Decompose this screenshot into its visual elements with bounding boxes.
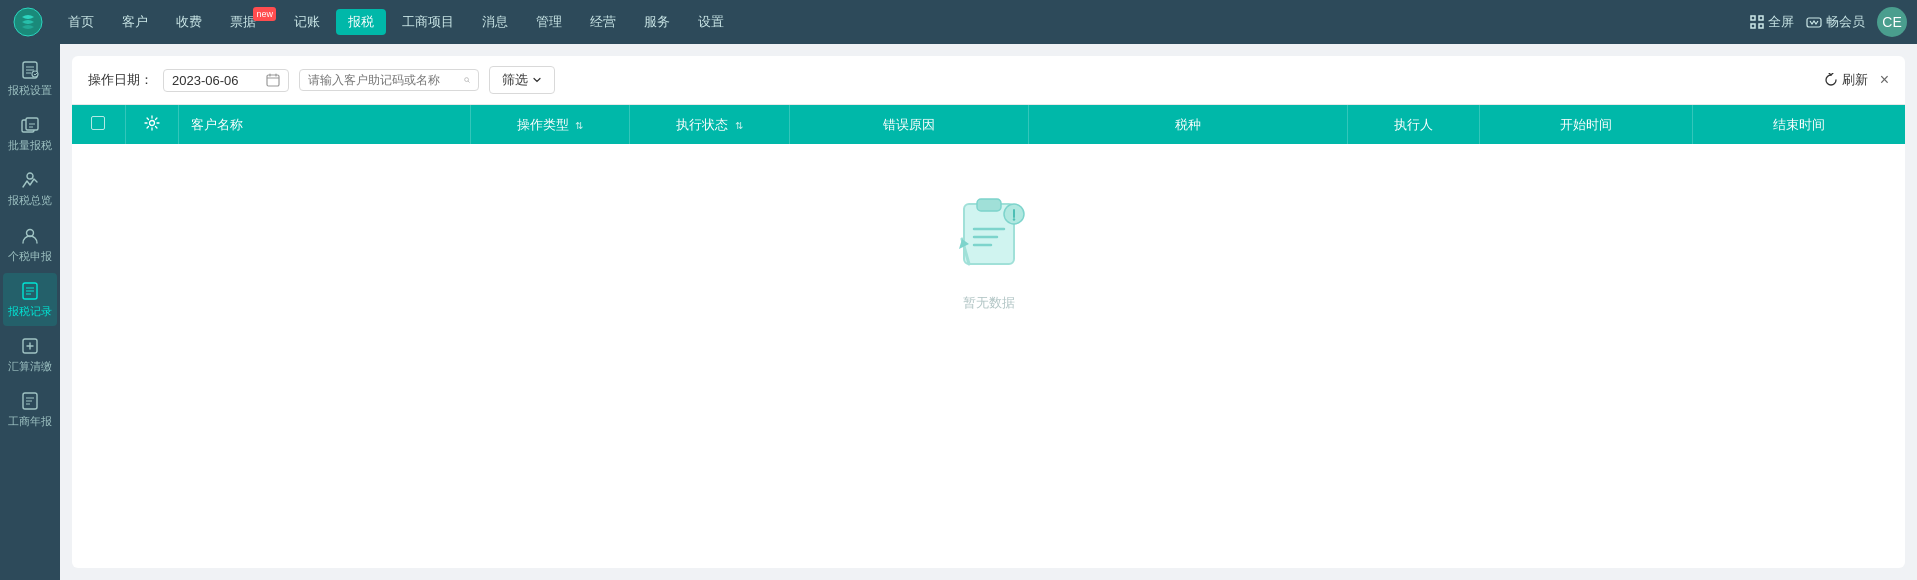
svg-rect-1 [1751,16,1755,20]
nav-invoice[interactable]: 票据 new [218,9,278,35]
sidebar-item-batch-tax[interactable]: 批量报税 [3,107,57,160]
sidebar-label-personal-tax: 个税申报 [8,250,52,263]
nav-tax[interactable]: 报税 [336,9,386,35]
table-header-row: 客户名称 操作类型 ⇅ 执行状态 ⇅ 错误原因 税种 执行人 [72,105,1905,144]
fullscreen-btn[interactable]: 全屏 [1750,13,1794,31]
search-icon [464,73,470,87]
sidebar-item-personal-tax[interactable]: 个税申报 [3,218,57,271]
avatar[interactable]: CE [1877,7,1907,37]
sidebar: 报税设置 批量报税 报税总览 个税申报 [0,44,60,580]
sidebar-item-settlement[interactable]: 汇算清缴 [3,328,57,381]
svg-rect-2 [1759,16,1763,20]
th-gear[interactable] [125,105,178,144]
fullscreen-label: 全屏 [1768,13,1794,31]
svg-rect-3 [1751,24,1755,28]
nav-manage[interactable]: 管理 [524,9,574,35]
svg-point-25 [1012,218,1014,220]
sidebar-label-annual-report: 工商年报 [8,415,52,428]
new-badge: new [253,7,276,21]
sidebar-label-tax-settings: 报税设置 [8,84,52,97]
nav-customer[interactable]: 客户 [110,9,160,35]
vip-label: 畅会员 [1826,13,1865,31]
app-logo[interactable] [10,4,46,40]
th-end-time: 结束时间 [1692,105,1905,144]
nav-operation[interactable]: 经营 [578,9,628,35]
nav-accounts[interactable]: 记账 [282,9,332,35]
search-input[interactable] [308,73,458,87]
th-client-name: 客户名称 [178,105,470,144]
top-nav-right: 全屏 畅会员 CE [1750,7,1907,37]
sidebar-label-tax-overview: 报税总览 [8,194,52,207]
sidebar-label-batch-tax: 批量报税 [8,139,52,152]
date-picker[interactable] [163,69,289,92]
sidebar-item-tax-settings[interactable]: 报税设置 [3,52,57,105]
svg-point-16 [465,78,469,82]
toolbar-right: 刷新 × [1824,71,1889,89]
empty-illustration [939,184,1039,284]
svg-rect-15 [267,75,279,86]
chevron-down-icon [532,75,542,85]
th-executor: 执行人 [1347,105,1480,144]
toolbar: 操作日期： 筛选 [72,56,1905,105]
svg-point-10 [27,173,33,179]
th-tax-type: 税种 [1028,105,1347,144]
svg-point-17 [149,121,154,126]
th-start-time: 开始时间 [1480,105,1693,144]
svg-rect-19 [977,199,1001,211]
filter-label: 筛选 [502,71,528,89]
refresh-button[interactable]: 刷新 [1824,71,1868,89]
th-exec-status[interactable]: 执行状态 ⇅ [630,105,789,144]
search-box[interactable] [299,69,479,91]
calendar-icon [266,73,280,87]
nav-message[interactable]: 消息 [470,9,520,35]
filter-button[interactable]: 筛选 [489,66,555,94]
empty-state: 暂无数据 [72,144,1905,352]
sort-icon-status: ⇅ [735,120,743,131]
nav-home[interactable]: 首页 [56,9,106,35]
nav-fee[interactable]: 收费 [164,9,214,35]
table-wrapper: 客户名称 操作类型 ⇅ 执行状态 ⇅ 错误原因 税种 执行人 [72,105,1905,568]
th-checkbox[interactable] [72,105,125,144]
gear-icon [144,115,160,131]
refresh-icon [1824,73,1838,87]
th-op-type[interactable]: 操作类型 ⇅ [470,105,629,144]
content-panel: 操作日期： 筛选 [72,56,1905,568]
top-nav-items: 首页 客户 收费 票据 new 记账 报税 工商项目 消息 管理 经营 服务 设… [56,9,1750,35]
sidebar-item-annual-report[interactable]: 工商年报 [3,383,57,436]
sidebar-label-settlement: 汇算清缴 [8,360,52,373]
top-nav: 首页 客户 收费 票据 new 记账 报税 工商项目 消息 管理 经营 服务 设… [0,0,1917,44]
svg-rect-5 [1807,18,1821,27]
svg-point-7 [32,71,38,77]
nav-service[interactable]: 服务 [632,9,682,35]
svg-rect-4 [1759,24,1763,28]
refresh-label: 刷新 [1842,71,1868,89]
content-area: 操作日期： 筛选 [60,44,1917,580]
sort-icon-optype: ⇅ [575,120,583,131]
date-input[interactable] [172,73,260,88]
sidebar-label-tax-records: 报税记录 [8,305,52,318]
th-error-reason: 错误原因 [789,105,1028,144]
empty-text: 暂无数据 [963,294,1015,312]
sidebar-item-tax-overview[interactable]: 报税总览 [3,162,57,215]
date-label: 操作日期： [88,71,153,89]
main-layout: 报税设置 批量报税 报税总览 个税申报 [0,44,1917,580]
select-all-checkbox[interactable] [91,116,105,130]
vip-btn[interactable]: 畅会员 [1806,13,1865,31]
nav-settings[interactable]: 设置 [686,9,736,35]
nav-business[interactable]: 工商项目 [390,9,466,35]
close-button[interactable]: × [1880,71,1889,89]
records-table: 客户名称 操作类型 ⇅ 执行状态 ⇅ 错误原因 税种 执行人 [72,105,1905,144]
sidebar-item-tax-records[interactable]: 报税记录 [3,273,57,326]
